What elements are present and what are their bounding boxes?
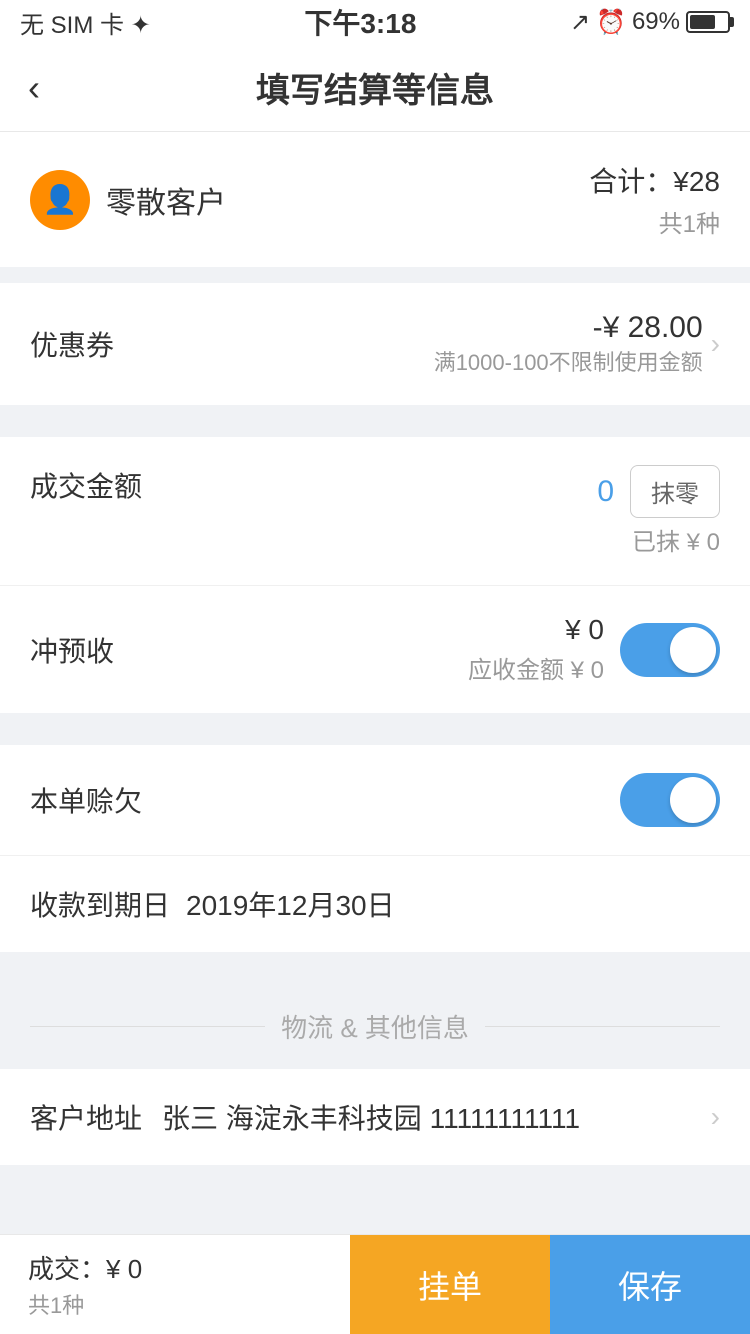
status-time: 下午3:18 — [304, 2, 416, 42]
pre-right: ¥ 0 应收金额 ¥ 0 — [468, 614, 720, 685]
alarm-icon: ⏰ — [596, 8, 626, 37]
customer-count: 共1种 — [589, 204, 720, 239]
status-bar: 无 SIM 卡 ✦ 下午3:18 ↗ ⏰ 69% — [0, 0, 750, 44]
pre-receive-label: 冲预收 — [30, 630, 114, 670]
address-row[interactable]: 客户地址 张三 海淀永丰科技园 11111111111 › — [0, 1069, 750, 1165]
due-date-value: 2019年12月30日 — [186, 884, 395, 924]
bottom-summary-value: ¥ 0 — [106, 1254, 142, 1284]
bottom-bar: 成交：¥ 0 共1种 挂单 保存 — [0, 1234, 750, 1334]
debt-row: 本单赊欠 — [0, 745, 750, 855]
pre-receive-value: ¥ 0 — [468, 614, 604, 646]
divider-3 — [0, 968, 750, 984]
debt-label: 本单赊欠 — [30, 780, 142, 820]
status-right: ↗ ⏰ 69% — [570, 8, 730, 37]
sim-status: 无 SIM 卡 ✦ — [20, 5, 151, 40]
logistics-header-text: 物流 & 其他信息 — [281, 1008, 469, 1045]
status-left: 无 SIM 卡 ✦ — [20, 5, 151, 40]
deal-amount-sub: 已抹 ¥ 0 — [597, 522, 720, 557]
address-chevron-icon: › — [711, 1101, 720, 1133]
customer-right: 合计：¥28 共1种 — [589, 160, 720, 239]
bottom-summary-label: 成交： — [28, 1254, 106, 1284]
bottom-summary-count: 共1种 — [28, 1288, 322, 1320]
deal-amount-value: 0 — [597, 475, 614, 509]
content: 👤 零散客户 合计：¥28 共1种 优惠券 -¥ 28.00 满1000-100… — [0, 132, 750, 1291]
customer-row: 👤 零散客户 合计：¥28 共1种 — [0, 132, 750, 267]
logistics-header: 物流 & 其他信息 — [0, 984, 750, 1069]
bottom-summary-title: 成交：¥ 0 — [28, 1249, 322, 1286]
deal-amount-value-row: 0 抹零 — [597, 465, 720, 518]
due-date-row: 收款到期日 2019年12月30日 — [0, 855, 750, 952]
battery-icon — [686, 11, 730, 33]
avatar-icon: 👤 — [43, 183, 78, 216]
page-title: 填写结算等信息 — [256, 63, 494, 112]
nav-bar: ‹ 填写结算等信息 — [0, 44, 750, 132]
coupon-value: -¥ 28.00 — [434, 311, 703, 345]
pre-receive-row: 冲预收 ¥ 0 应收金额 ¥ 0 — [0, 585, 750, 713]
coupon-row[interactable]: 优惠券 -¥ 28.00 满1000-100不限制使用金额 › — [0, 283, 750, 405]
battery-percent: 69% — [632, 8, 680, 36]
deal-amount-row: 成交金额 0 抹零 已抹 ¥ 0 — [0, 437, 750, 585]
chevron-right-icon: › — [711, 328, 720, 360]
address-label: 客户地址 — [30, 1097, 142, 1137]
toggle-knob — [670, 627, 716, 673]
deal-right-block: 0 抹零 已抹 ¥ 0 — [597, 465, 720, 557]
address-section: 客户地址 张三 海淀永丰科技园 11111111111 › — [0, 1069, 750, 1165]
customer-total: 合计：¥28 — [589, 160, 720, 200]
coupon-label: 优惠券 — [30, 324, 114, 364]
back-button[interactable]: ‹ — [28, 67, 40, 109]
debt-toggle[interactable] — [620, 773, 720, 827]
hang-order-button[interactable]: 挂单 — [350, 1235, 550, 1334]
address-value: 张三 海淀永丰科技园 11111111111 — [162, 1097, 711, 1137]
coupon-section: 优惠券 -¥ 28.00 满1000-100不限制使用金额 › — [0, 283, 750, 405]
bottom-summary: 成交：¥ 0 共1种 — [0, 1249, 350, 1320]
round-off-button[interactable]: 抹零 — [630, 465, 720, 518]
customer-left: 👤 零散客户 — [30, 170, 226, 230]
pre-receive-sub: 应收金额 ¥ 0 — [468, 650, 604, 685]
pre-receive-toggle[interactable] — [620, 623, 720, 677]
debt-toggle-knob — [670, 777, 716, 823]
avatar: 👤 — [30, 170, 90, 230]
pre-value-block: ¥ 0 应收金额 ¥ 0 — [468, 614, 604, 685]
coupon-sub: 满1000-100不限制使用金额 — [434, 345, 703, 377]
transaction-section: 成交金额 0 抹零 已抹 ¥ 0 冲预收 ¥ 0 应收金额 ¥ 0 — [0, 437, 750, 713]
customer-name: 零散客户 — [106, 178, 226, 222]
deal-amount-label: 成交金额 — [30, 465, 142, 505]
due-date-label: 收款到期日 — [30, 884, 170, 924]
coupon-right: -¥ 28.00 满1000-100不限制使用金额 › — [434, 311, 720, 377]
debt-section: 本单赊欠 收款到期日 2019年12月30日 — [0, 745, 750, 952]
coupon-text-block: -¥ 28.00 满1000-100不限制使用金额 — [434, 311, 703, 377]
divider-2 — [0, 729, 750, 745]
customer-section: 👤 零散客户 合计：¥28 共1种 — [0, 132, 750, 267]
divider-1 — [0, 421, 750, 437]
save-button[interactable]: 保存 — [550, 1235, 750, 1334]
location-icon: ↗ — [570, 8, 590, 37]
